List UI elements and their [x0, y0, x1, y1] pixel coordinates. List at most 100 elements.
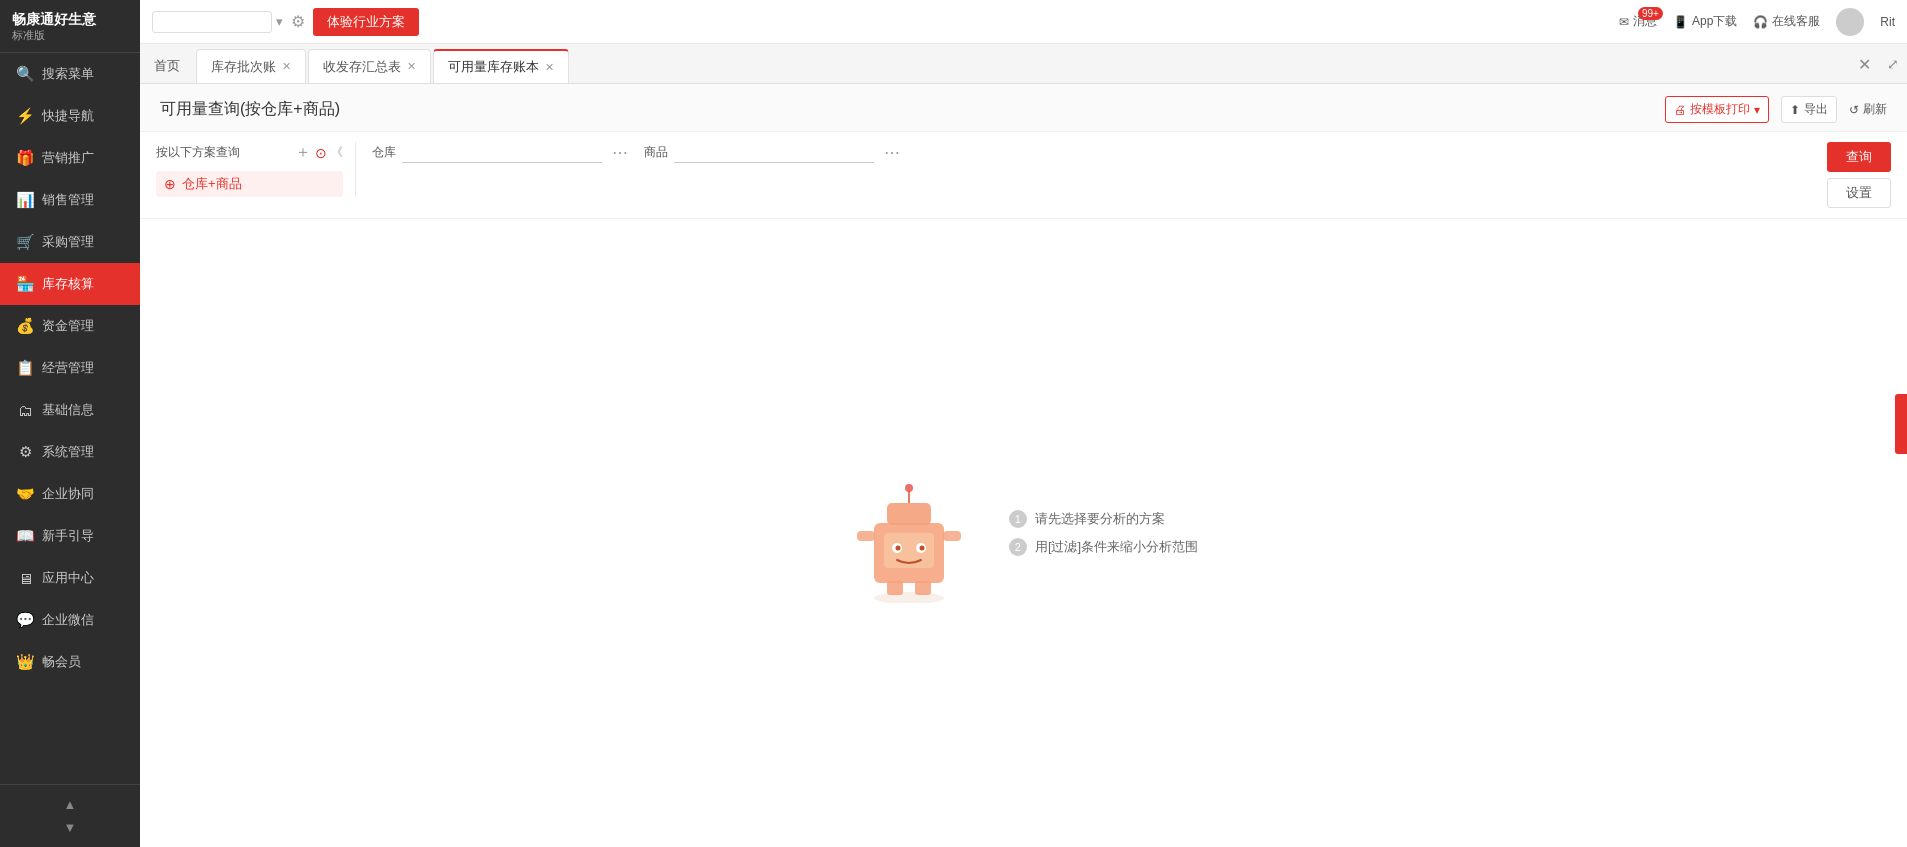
tab-summary-close[interactable]: ✕: [407, 61, 416, 72]
svg-point-6: [919, 546, 924, 551]
page-title: 可用量查询(按仓库+商品): [160, 99, 340, 120]
trial-btn[interactable]: 体验行业方案: [313, 8, 419, 36]
sidebar-item-marketing[interactable]: 🎁 营销推广: [0, 137, 140, 179]
tab-available-close[interactable]: ✕: [545, 62, 554, 73]
sidebar-item-operations[interactable]: 📋 经营管理: [0, 347, 140, 389]
sidebar-label-marketing: 营销推广: [42, 149, 94, 167]
scroll-down-btn[interactable]: ▼: [0, 816, 140, 839]
filter-goods: 商品 ⋯: [644, 142, 900, 163]
filter-goods-label: 商品: [644, 144, 668, 161]
sidebar-icon-search: 🔍: [16, 65, 34, 83]
sidebar-label-basic: 基础信息: [42, 401, 94, 419]
sidebar-item-newbie[interactable]: 📖新手引导: [0, 515, 140, 557]
tab-summary-label: 收发存汇总表: [323, 58, 401, 76]
tab-home-label: 首页: [154, 57, 180, 75]
filter-warehouse-more[interactable]: ⋯: [612, 143, 628, 162]
filter-area: 仓库 ⋯ 商品 ⋯: [356, 142, 1815, 163]
user-avatar[interactable]: [1836, 8, 1864, 36]
sidebar-label-purchase: 采购管理: [42, 233, 94, 251]
empty-tip-1: 1 请先选择要分析的方案: [1009, 510, 1198, 528]
filter-goods-input[interactable]: [674, 142, 874, 163]
sidebar-item-search[interactable]: 🔍搜索菜单: [0, 53, 140, 95]
tab-home[interactable]: 首页: [140, 49, 194, 83]
topbar-right: ✉ 消息 99+ 📱 App下载 🎧 在线客服 Rit: [1619, 8, 1895, 36]
sidebar-item-inventory[interactable]: 🏪 库存核算: [0, 263, 140, 305]
page-content: 可用量查询(按仓库+商品) 🖨 按模板打印 ▾ ⬆ 导出 ↺ 刷新: [140, 84, 1907, 847]
sidebar-item-finance[interactable]: 💰资金管理: [0, 305, 140, 347]
tab-available-label: 可用量库存账本: [448, 58, 539, 76]
sidebar-icon-apps: 🖥: [16, 570, 34, 587]
refresh-btn[interactable]: ↺ 刷新: [1849, 101, 1887, 118]
topbar-search-input[interactable]: [152, 11, 272, 33]
sidebar-icon-sales: 📊: [16, 191, 34, 209]
sidebar-item-vip[interactable]: 👑畅会员: [0, 641, 140, 683]
sidebar-icon-marketing: 🎁: [16, 149, 34, 167]
tab-summary[interactable]: 收发存汇总表 ✕: [308, 49, 431, 83]
scheme-item-warehouse-goods[interactable]: ⊕ 仓库+商品: [156, 171, 343, 197]
scheme-item-label: 仓库+商品: [182, 175, 242, 193]
tab-available[interactable]: 可用量库存账本 ✕: [433, 49, 569, 83]
empty-tip-2: 2 用[过滤]条件来缩小分析范围: [1009, 538, 1198, 556]
scheme-actions: ＋ ⊙ 《: [295, 142, 343, 163]
edition-label: 标准版: [12, 28, 128, 42]
scroll-up-btn[interactable]: ▲: [0, 793, 140, 816]
online-service-btn[interactable]: 🎧 在线客服: [1753, 13, 1820, 30]
tab-batch[interactable]: 库存批次账 ✕: [196, 49, 306, 83]
export-btn[interactable]: ⬆ 导出: [1781, 96, 1837, 123]
sidebar-item-apps[interactable]: 🖥应用中心: [0, 557, 140, 599]
sidebar-label-enterprise: 企业协同: [42, 485, 94, 503]
username-label[interactable]: Rit: [1880, 15, 1895, 29]
sidebar-label-inventory: 库存核算: [42, 275, 94, 293]
query-submit-btn[interactable]: 查询: [1827, 142, 1891, 172]
sidebar-label-newbie: 新手引导: [42, 527, 94, 545]
filter-warehouse-input[interactable]: [402, 142, 602, 163]
sidebar-label-finance: 资金管理: [42, 317, 94, 335]
search-dropdown-icon[interactable]: ▾: [276, 14, 283, 29]
sidebar-item-sales[interactable]: 📊销售管理: [0, 179, 140, 221]
sidebar: 畅康通好生意 标准版 🔍搜索菜单⚡快捷导航 🎁 营销推广 📊销售管理 🛒 采购管理 🏪 库存核…: [0, 0, 140, 847]
scheme-add-btn[interactable]: ＋: [295, 142, 311, 163]
sidebar-icon-enterprise: 🤝: [16, 485, 34, 503]
app-label: App下载: [1692, 13, 1737, 30]
main-area: ▾ ⚙ 体验行业方案 ✉ 消息 99+ 📱 App下载 🎧 在线客服 Rit: [140, 0, 1907, 847]
schemes-header-label: 按以下方案查询: [156, 144, 240, 161]
sidebar-item-quicknav[interactable]: ⚡快捷导航: [0, 95, 140, 137]
tab-batch-close[interactable]: ✕: [282, 61, 291, 72]
svg-rect-10: [857, 531, 875, 541]
app-download-btn[interactable]: 📱 App下载: [1673, 13, 1737, 30]
sidebar-item-wechat[interactable]: 💬企业微信: [0, 599, 140, 641]
sidebar-icon-operations: 📋: [16, 359, 34, 377]
sidebar-icon-vip: 👑: [16, 653, 34, 671]
sidebar-item-purchase[interactable]: 🛒 采购管理: [0, 221, 140, 263]
sidebar-item-enterprise[interactable]: 🤝 企业协同: [0, 473, 140, 515]
close-all-tabs-btn[interactable]: ✕: [1858, 54, 1871, 73]
sidebar-logo: 畅康通好生意 标准版: [0, 0, 140, 53]
filter-warehouse: 仓库 ⋯: [372, 142, 628, 163]
service-label: 在线客服: [1772, 13, 1820, 30]
tip-num-2: 2: [1009, 538, 1027, 556]
brand-name: 畅康通好生意: [12, 10, 128, 28]
topbar-settings-icon[interactable]: ⚙: [291, 12, 305, 31]
scheme-collapse-btn[interactable]: 《: [331, 144, 343, 161]
sidebar-icon-purchase: 🛒: [16, 233, 34, 251]
print-dropdown-icon[interactable]: ▾: [1754, 103, 1760, 117]
sidebar-icon-inventory: 🏪: [16, 275, 34, 293]
sidebar-item-system[interactable]: ⚙系统管理: [0, 431, 140, 473]
right-scroll-bar[interactable]: [1895, 394, 1907, 454]
print-template-btn[interactable]: 🖨 按模板打印 ▾: [1665, 96, 1769, 123]
app-icon: 📱: [1673, 15, 1688, 29]
sidebar-icon-quicknav: ⚡: [16, 107, 34, 125]
message-btn[interactable]: ✉ 消息 99+: [1619, 13, 1657, 30]
query-settings-btn[interactable]: 设置: [1827, 178, 1891, 208]
tip-text-1: 请先选择要分析的方案: [1035, 510, 1165, 528]
sidebar-icon-wechat: 💬: [16, 611, 34, 629]
query-action-area: 查询 设置: [1815, 142, 1891, 208]
svg-rect-13: [915, 581, 931, 595]
scheme-settings-btn[interactable]: ⊙: [315, 145, 327, 161]
sidebar-item-basic[interactable]: 🗂基础信息: [0, 389, 140, 431]
query-schemes-panel: 按以下方案查询 ＋ ⊙ 《 ⊕ 仓库+商品: [156, 142, 356, 197]
schemes-header: 按以下方案查询 ＋ ⊙ 《: [156, 142, 343, 163]
expand-tabs-btn[interactable]: ⤢: [1887, 56, 1899, 72]
sidebar-label-operations: 经营管理: [42, 359, 94, 377]
filter-goods-more[interactable]: ⋯: [884, 143, 900, 162]
